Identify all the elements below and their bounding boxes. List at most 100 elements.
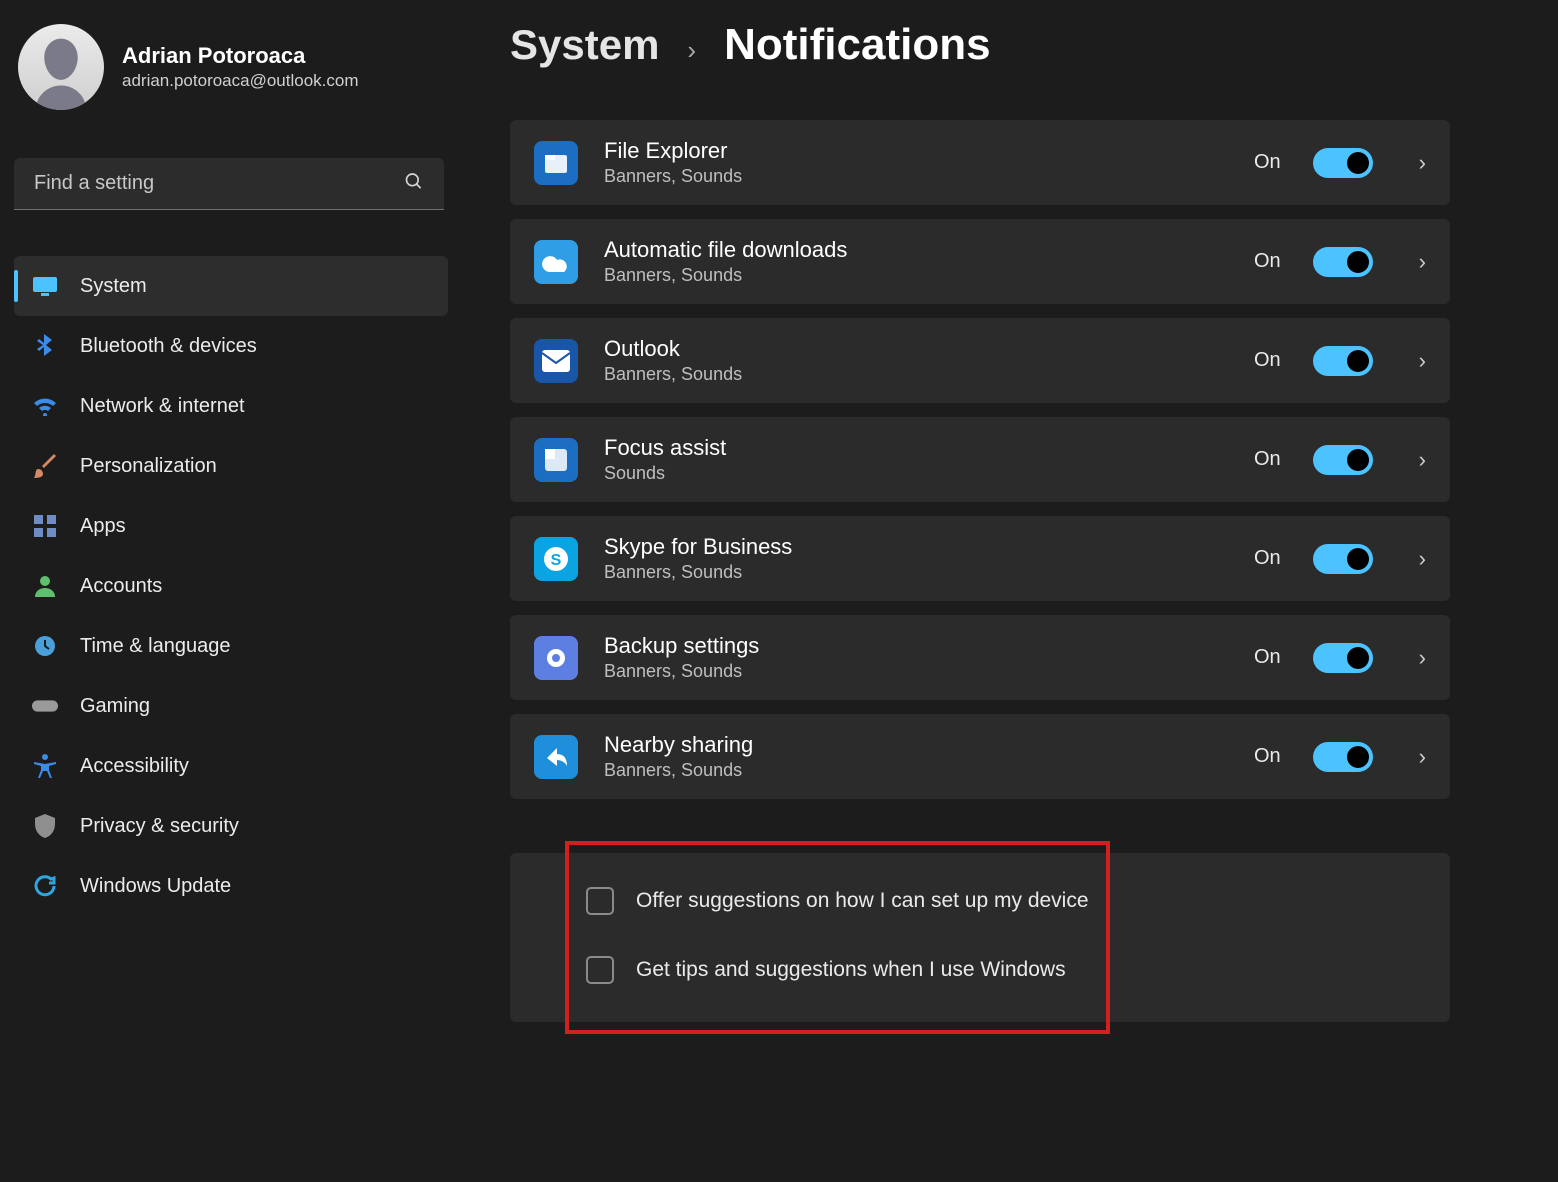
chevron-right-icon: ›: [1419, 546, 1426, 572]
sidebar-item-update[interactable]: Windows Update: [14, 856, 448, 916]
card-info: Focus assistSounds: [604, 435, 1228, 484]
card-title: Backup settings: [604, 633, 1228, 659]
brush-icon: [32, 453, 58, 479]
search-wrap: [14, 158, 444, 210]
wifi-icon: [32, 393, 58, 419]
checkbox[interactable]: [586, 887, 614, 915]
sidebar-item-label: Bluetooth & devices: [80, 335, 257, 358]
toggle-switch[interactable]: [1313, 346, 1373, 376]
notification-card-outlook[interactable]: OutlookBanners, SoundsOn›: [510, 318, 1450, 403]
breadcrumb-parent[interactable]: System: [510, 21, 659, 69]
toggle-state-label: On: [1254, 250, 1281, 273]
toggle-state-label: On: [1254, 349, 1281, 372]
checkbox[interactable]: [586, 956, 614, 984]
card-subtitle: Banners, Sounds: [604, 364, 1228, 385]
checkbox-label: Offer suggestions on how I can set up my…: [636, 889, 1089, 913]
sidebar-item-label: Network & internet: [80, 395, 245, 418]
notification-card-file-explorer[interactable]: File ExplorerBanners, SoundsOn›: [510, 120, 1450, 205]
sidebar-item-label: Personalization: [80, 455, 217, 478]
profile-text: Adrian Potoroaca adrian.potoroaca@outloo…: [122, 43, 359, 91]
card-subtitle: Banners, Sounds: [604, 265, 1228, 286]
svg-text:S: S: [551, 552, 562, 569]
share-icon: [534, 735, 578, 779]
toggle-switch[interactable]: [1313, 742, 1373, 772]
sidebar: Adrian Potoroaca adrian.potoroaca@outloo…: [0, 0, 460, 1182]
profile-block[interactable]: Adrian Potoroaca adrian.potoroaca@outloo…: [14, 20, 448, 130]
chevron-right-icon: ›: [1419, 645, 1426, 671]
accessibility-icon: [32, 753, 58, 779]
card-info: Automatic file downloadsBanners, Sounds: [604, 237, 1228, 286]
sidebar-item-personalize[interactable]: Personalization: [14, 436, 448, 496]
sidebar-item-accessibility[interactable]: Accessibility: [14, 736, 448, 796]
sidebar-item-time[interactable]: Time & language: [14, 616, 448, 676]
card-info: Skype for BusinessBanners, Sounds: [604, 534, 1228, 583]
focus-icon: [534, 438, 578, 482]
card-info: Nearby sharingBanners, Sounds: [604, 732, 1228, 781]
chevron-right-icon: ›: [687, 35, 696, 66]
card-subtitle: Banners, Sounds: [604, 166, 1228, 187]
grid-icon: [32, 513, 58, 539]
card-info: OutlookBanners, Sounds: [604, 336, 1228, 385]
chevron-right-icon: ›: [1419, 447, 1426, 473]
checkbox-row-setup-suggest[interactable]: Offer suggestions on how I can set up my…: [586, 867, 1426, 935]
sidebar-item-accounts[interactable]: Accounts: [14, 556, 448, 616]
folder-icon: [534, 141, 578, 185]
nav-list: System Bluetooth & devices Network & inter…: [14, 256, 448, 916]
notification-card-auto-download[interactable]: Automatic file downloadsBanners, Sounds O…: [510, 219, 1450, 304]
toggle-state-label: On: [1254, 448, 1281, 471]
profile-name: Adrian Potoroaca: [122, 43, 359, 69]
notification-app-list: File ExplorerBanners, SoundsOn›Automatic…: [510, 120, 1450, 799]
notification-card-backup[interactable]: Backup settingsBanners, Sounds On ›: [510, 615, 1450, 700]
toggle-state-label: On: [1254, 745, 1281, 768]
card-subtitle: Banners, Sounds: [604, 760, 1228, 781]
toggle-switch[interactable]: [1313, 247, 1373, 277]
toggle-switch[interactable]: [1313, 445, 1373, 475]
notification-card-skype-biz[interactable]: S Skype for BusinessBanners, Sounds On ›: [510, 516, 1450, 601]
gear-icon: [534, 636, 578, 680]
toggle-switch[interactable]: [1313, 148, 1373, 178]
profile-email: adrian.potoroaca@outlook.com: [122, 71, 359, 91]
card-title: Focus assist: [604, 435, 1228, 461]
cloud-icon: [534, 240, 578, 284]
toggle-switch[interactable]: [1313, 643, 1373, 673]
toggle-state-label: On: [1254, 646, 1281, 669]
main-content: System › Notifications File ExplorerBann…: [460, 0, 1558, 1182]
sidebar-item-apps[interactable]: Apps: [14, 496, 448, 556]
card-info: Backup settingsBanners, Sounds: [604, 633, 1228, 682]
sidebar-item-system[interactable]: System: [14, 256, 448, 316]
breadcrumb: System › Notifications: [510, 20, 1518, 70]
card-title: Skype for Business: [604, 534, 1228, 560]
shield-icon: [32, 813, 58, 839]
additional-settings: Offer suggestions on how I can set up my…: [510, 853, 1450, 1022]
chevron-right-icon: ›: [1419, 744, 1426, 770]
monitor-icon: [32, 273, 58, 299]
checkbox-row-tips-suggest[interactable]: Get tips and suggestions when I use Wind…: [586, 935, 1426, 1004]
page-title: Notifications: [724, 20, 990, 70]
sidebar-item-bluetooth[interactable]: Bluetooth & devices: [14, 316, 448, 376]
avatar: [18, 24, 104, 110]
card-subtitle: Banners, Sounds: [604, 562, 1228, 583]
card-title: Nearby sharing: [604, 732, 1228, 758]
checkbox-label: Get tips and suggestions when I use Wind…: [636, 958, 1066, 982]
card-title: Outlook: [604, 336, 1228, 362]
clock-icon: [32, 633, 58, 659]
sidebar-item-gaming[interactable]: Gaming: [14, 676, 448, 736]
sidebar-item-privacy[interactable]: Privacy & security: [14, 796, 448, 856]
sidebar-item-label: Time & language: [80, 635, 230, 658]
search-input[interactable]: [14, 158, 444, 210]
skype-icon: S: [534, 537, 578, 581]
notification-card-focus-assist[interactable]: Focus assistSounds On ›: [510, 417, 1450, 502]
mail-icon: [534, 339, 578, 383]
toggle-state-label: On: [1254, 547, 1281, 570]
notification-card-nearby[interactable]: Nearby sharingBanners, Sounds On ›: [510, 714, 1450, 799]
card-subtitle: Sounds: [604, 463, 1228, 484]
sidebar-item-network[interactable]: Network & internet: [14, 376, 448, 436]
sidebar-item-label: Accounts: [80, 575, 162, 598]
toggle-switch[interactable]: [1313, 544, 1373, 574]
card-title: Automatic file downloads: [604, 237, 1228, 263]
card-info: File ExplorerBanners, Sounds: [604, 138, 1228, 187]
search-icon: [404, 172, 424, 197]
sidebar-item-label: Windows Update: [80, 875, 231, 898]
refresh-icon: [32, 873, 58, 899]
card-subtitle: Banners, Sounds: [604, 661, 1228, 682]
